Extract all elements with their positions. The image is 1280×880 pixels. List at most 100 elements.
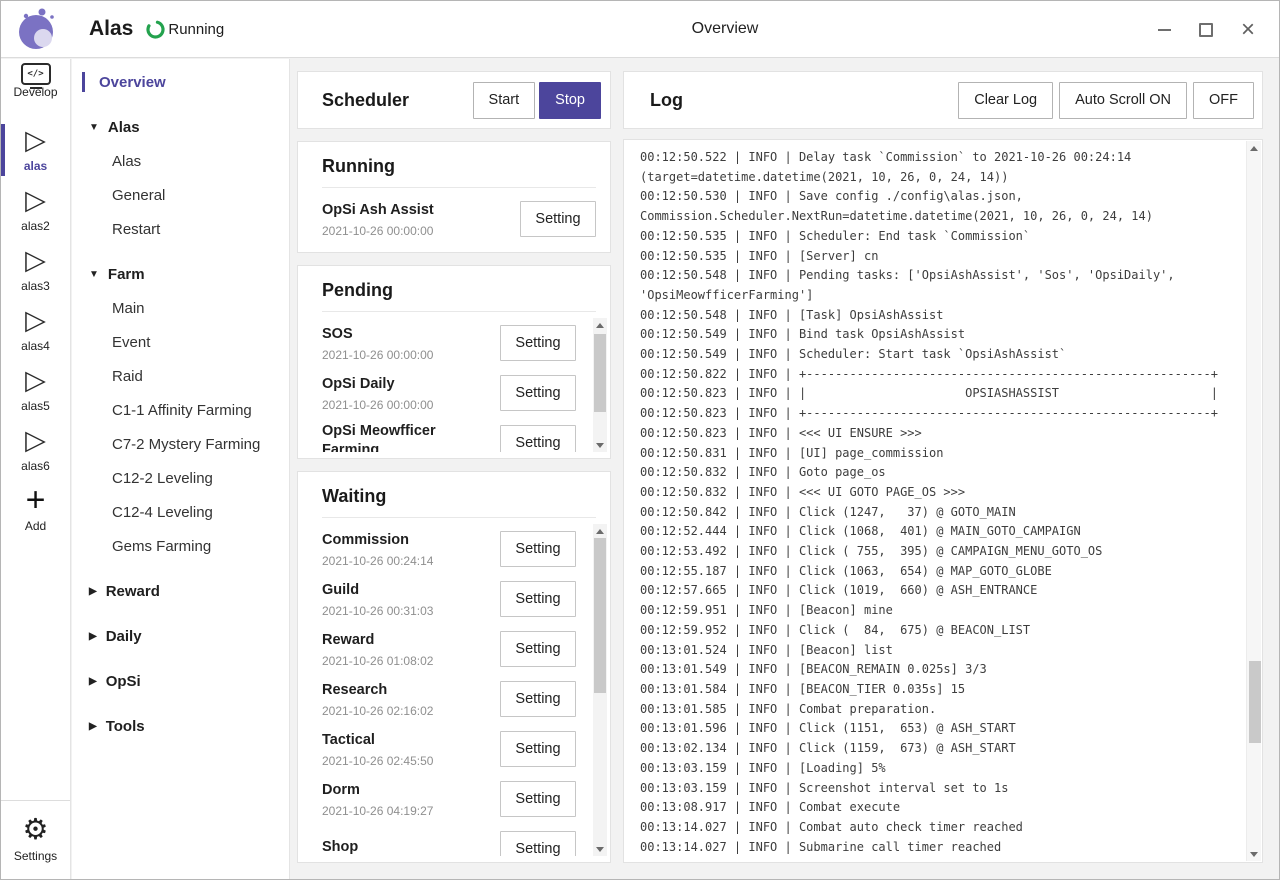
task-row: Shop Setting [298,824,590,856]
autoscroll-off-button[interactable]: OFF [1193,82,1254,119]
nav-item[interactable]: Alas [72,144,289,178]
log-line: 00:12:50.823 | INFO | | OPSIASHASSIST | [640,384,1240,404]
log-scrollbar[interactable] [1246,141,1261,861]
task-setting-button[interactable]: Setting [500,581,576,617]
scroll-down-icon[interactable] [593,438,607,452]
nav-item[interactable]: Overview [72,65,289,99]
log-line: 00:13:14.027 | INFO | Submarine call tim… [640,838,1240,858]
task-next-run: 2021-10-26 00:00:00 [322,348,500,362]
nav-expand-icon: ▼ [89,122,99,133]
task-name: Reward [322,631,482,650]
log-line: 00:12:50.832 | INFO | Goto page_os [640,463,1240,483]
nav-item[interactable]: Gems Farming [72,529,289,563]
minimize-button[interactable] [1143,10,1185,50]
scroll-thumb[interactable] [1249,661,1261,743]
task-setting-button[interactable]: Setting [500,425,576,452]
maximize-button[interactable] [1185,10,1227,50]
task-next-run: 2021-10-26 00:24:14 [322,554,500,568]
task-name: Tactical [322,731,482,750]
nav-item[interactable]: C12-4 Leveling [72,495,289,529]
scroll-down-icon[interactable] [593,842,607,856]
log-line: (target=datetime.datetime(2021, 10, 26, … [640,168,1240,188]
scroll-thumb[interactable] [594,334,606,412]
task-row: SOS 2021-10-26 00:00:00 Setting [298,318,590,368]
log-line: 00:13:01.524 | INFO | [Beacon] list [640,641,1240,661]
nav-item-label: C7-2 Mystery Farming [112,436,260,453]
waiting-scrollbar[interactable] [593,524,607,856]
task-setting-button[interactable]: Setting [520,201,596,237]
close-button[interactable]: × [1227,10,1269,50]
task-setting-button[interactable]: Setting [500,375,576,411]
rail-item-label: Add [25,519,46,533]
rail-item[interactable]: alas [1,121,70,181]
rail-item[interactable]: Add [1,481,70,541]
nav-item[interactable]: Event [72,325,289,359]
nav-item[interactable]: ▶ Reward [72,574,289,608]
rail-item-label: alas4 [21,339,50,353]
nav-item-label: Event [112,334,150,351]
nav-item-label: General [112,187,165,204]
task-setting-button[interactable]: Setting [500,731,576,767]
rail-item[interactable]: alas4 [1,301,70,361]
task-setting-button[interactable]: Setting [500,631,576,667]
task-name: Research [322,681,482,700]
task-info: OpSi Meowfficer Farming [322,422,500,452]
log-line: 00:12:50.530 | INFO | Save config ./conf… [640,187,1240,207]
nav-item[interactable]: ▼ Alas [72,110,289,144]
log-line: 00:12:55.187 | INFO | Click (1063, 654) … [640,562,1240,582]
task-row: Tactical 2021-10-26 02:45:50 Setting [298,724,590,774]
nav-item[interactable]: C7-2 Mystery Farming [72,427,289,461]
task-name: OpSi Ash Assist [322,201,482,220]
task-setting-button[interactable]: Setting [500,831,576,856]
task-row: OpSi Daily 2021-10-26 00:00:00 Setting [298,368,590,418]
rail-item[interactable]: alas5 [1,361,70,421]
rail-item[interactable]: alas2 [1,181,70,241]
task-setting-button[interactable]: Setting [500,325,576,361]
settings-button[interactable]: Settings [1,811,70,871]
stop-button[interactable]: Stop [539,82,601,119]
scroll-up-icon[interactable] [1247,141,1261,155]
scroll-up-icon[interactable] [593,318,607,332]
rail-item-icon [21,63,51,85]
log-line: 00:12:50.522 | INFO | Delay task `Commis… [640,148,1240,168]
autoscroll-on-button[interactable]: Auto Scroll ON [1059,82,1187,119]
rail-item[interactable]: alas6 [1,421,70,481]
nav-expand-icon: ▼ [89,269,99,280]
task-row: Guild 2021-10-26 00:31:03 Setting [298,574,590,624]
log-line: 00:12:50.822 | INFO | +-----------------… [640,365,1240,385]
nav-item[interactable]: General [72,178,289,212]
task-setting-button[interactable]: Setting [500,531,576,567]
log-line: 00:12:50.832 | INFO | <<< UI GOTO PAGE_O… [640,483,1240,503]
nav-item[interactable]: Raid [72,359,289,393]
log-line: 00:13:01.549 | INFO | [BEACON_REMAIN 0.0… [640,660,1240,680]
nav-item[interactable]: C12-2 Leveling [72,461,289,495]
start-button[interactable]: Start [473,82,536,119]
task-setting-button[interactable]: Setting [500,681,576,717]
nav-item[interactable]: ▶ Daily [72,619,289,653]
nav-item-list: Overview ▼ Alas Alas General Restart ▼ F… [72,65,289,743]
nav-item-label: Farm [108,266,145,283]
nav-item[interactable]: C1-1 Affinity Farming [72,393,289,427]
rail-item[interactable]: alas3 [1,241,70,301]
log-line: 00:12:50.549 | INFO | Scheduler: Start t… [640,345,1240,365]
nav-item[interactable]: ▶ OpSi [72,664,289,698]
scroll-thumb[interactable] [594,538,606,693]
clear-log-button[interactable]: Clear Log [958,82,1053,119]
nav-item[interactable]: Main [72,291,289,325]
rail-item-icon [25,181,46,219]
window-controls: × [1143,1,1269,58]
rail-item-label: alas [24,159,47,173]
scroll-up-icon[interactable] [593,524,607,538]
nav-item[interactable]: ▼ Farm [72,257,289,291]
task-next-run: 2021-10-26 02:45:50 [322,754,500,768]
rail-item-icon [25,301,46,339]
task-setting-button[interactable]: Setting [500,781,576,817]
log-panel: 00:12:50.522 | INFO | Delay task `Commis… [623,139,1263,863]
nav-item-label: Restart [112,221,160,238]
rail-item[interactable]: Develop [1,61,70,121]
scroll-down-icon[interactable] [1247,847,1261,861]
nav-item[interactable]: ▶ Tools [72,709,289,743]
waiting-title: Waiting [298,472,610,517]
pending-scrollbar[interactable] [593,318,607,452]
nav-item[interactable]: Restart [72,212,289,246]
